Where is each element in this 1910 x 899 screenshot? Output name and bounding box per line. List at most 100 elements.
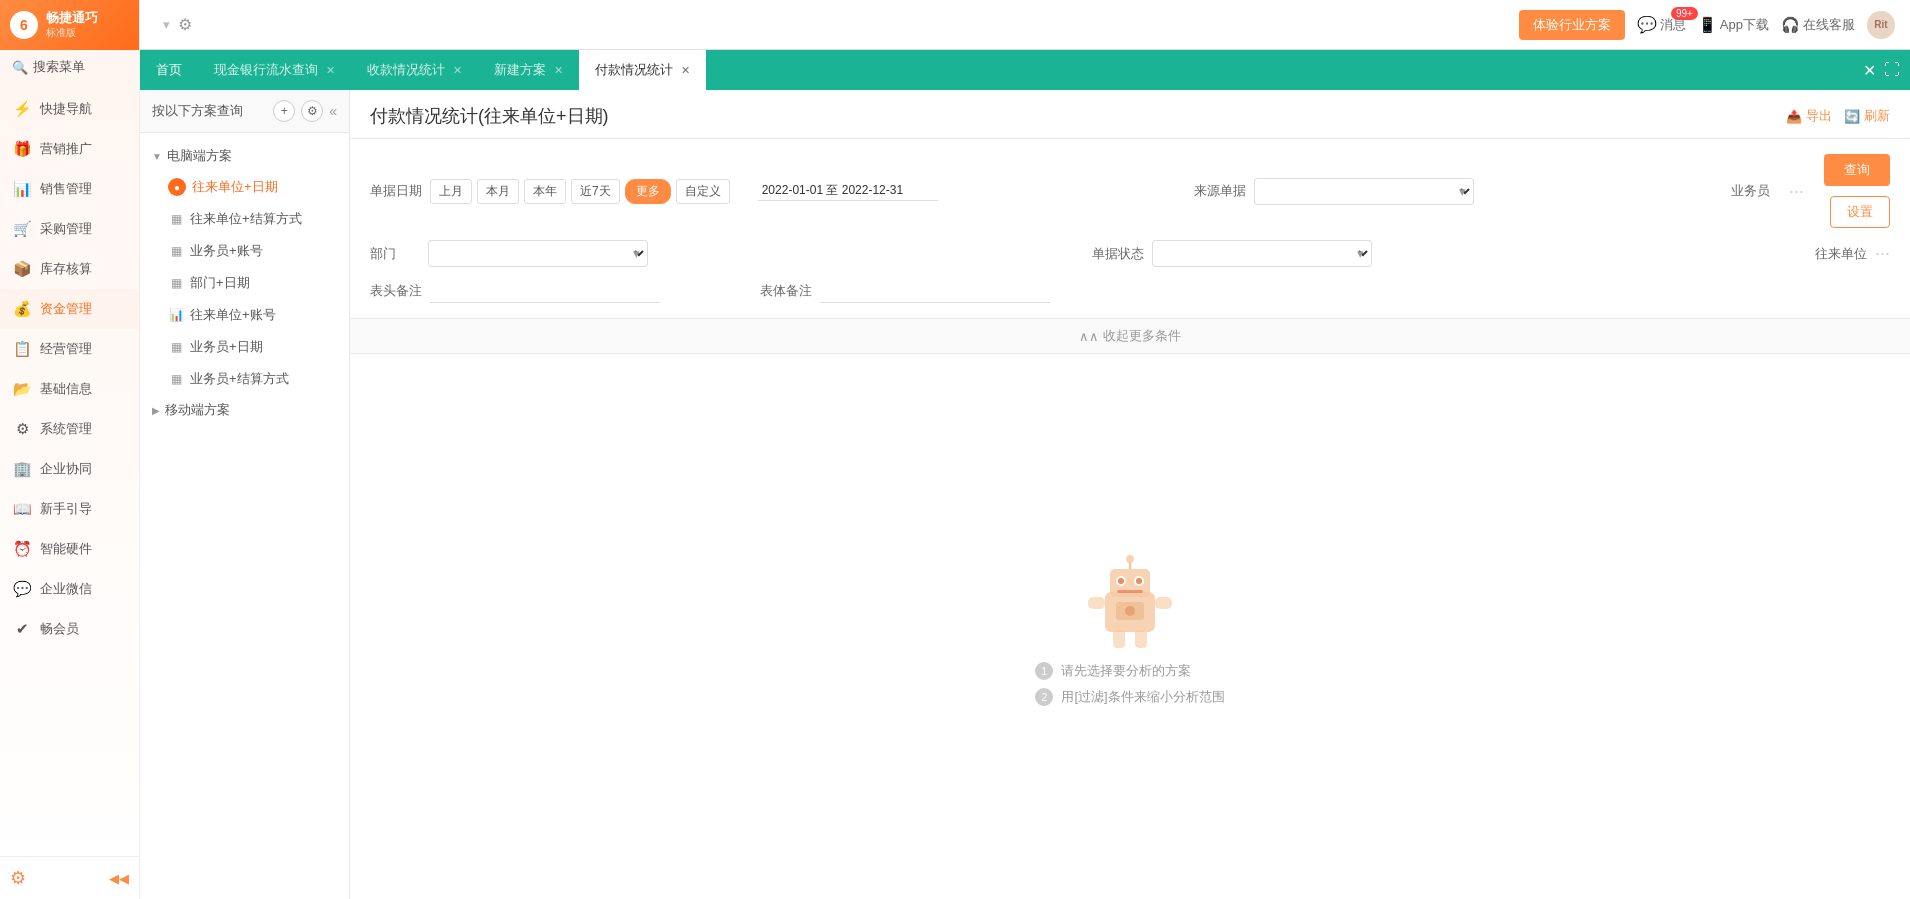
tab-close-all-icon[interactable]: ✕ <box>1863 61 1876 80</box>
enterprise-icon: 🏢 <box>12 459 32 479</box>
scheme-desktop-group-header[interactable]: ▼ 电脑端方案 <box>140 141 349 171</box>
date-this-month-btn[interactable]: 本月 <box>477 179 519 204</box>
header-note-input[interactable] <box>430 279 660 303</box>
refresh-button[interactable]: 🔄 刷新 <box>1844 107 1890 125</box>
tab-fullscreen-icon[interactable]: ⛶ <box>1884 61 1900 79</box>
source-select-wrapper <box>1254 178 1474 205</box>
tab-receipt-stat[interactable]: 收款情况统计 ✕ <box>351 50 478 90</box>
sidebar-item-inventory[interactable]: 📦 库存核算 <box>0 249 139 289</box>
empty-hint-2: 2 用[过滤]条件来缩小分析范围 <box>1035 688 1224 706</box>
doc-status-select[interactable] <box>1152 240 1372 267</box>
tab-home[interactable]: 首页 <box>140 50 198 90</box>
sidebar-item-operation[interactable]: 📋 经营管理 <box>0 329 139 369</box>
sidebar-nav: ⚡ 快捷导航 🎁 营销推广 📊 销售管理 🛒 采购管理 📦 库存核算 💰 资金管… <box>0 84 139 856</box>
user-avatar[interactable]: Rit <box>1867 11 1895 39</box>
robot-svg <box>1080 547 1180 657</box>
tab-pay-stat-close[interactable]: ✕ <box>681 64 690 77</box>
sidebar-item-hardware[interactable]: ⏰ 智能硬件 <box>0 529 139 569</box>
scheme-item-s7[interactable]: ▦ 业务员+结算方式 <box>140 363 349 395</box>
sidebar-item-vip[interactable]: ✔ 畅会员 <box>0 609 139 649</box>
sidebar-item-marketing[interactable]: 🎁 营销推广 <box>0 129 139 169</box>
topbar-settings-icon[interactable]: ⚙ <box>178 15 192 34</box>
body-note-input[interactable] <box>820 279 1050 303</box>
sidebar-item-weixin[interactable]: 💬 企业微信 <box>0 569 139 609</box>
app-download-area[interactable]: 📱 App下载 <box>1698 16 1769 34</box>
inventory-icon: 📦 <box>12 259 32 279</box>
operation-icon: 📋 <box>12 339 32 359</box>
sidebar-item-label: 经营管理 <box>40 340 92 358</box>
weixin-icon: 💬 <box>12 579 32 599</box>
scheme-s2-label: 往来单位+结算方式 <box>190 210 302 228</box>
scheme-item-s1[interactable]: ● 往来单位+日期 <box>140 171 349 203</box>
date-last-month-btn[interactable]: 上月 <box>430 179 472 204</box>
date-range-input[interactable] <box>758 182 938 201</box>
sidebar-item-label: 企业微信 <box>40 580 92 598</box>
tab-receipt-close[interactable]: ✕ <box>453 64 462 77</box>
tab-bank[interactable]: 现金银行流水查询 ✕ <box>198 50 351 90</box>
export-button[interactable]: 📤 导出 <box>1786 107 1832 125</box>
search-icon: 🔍 <box>12 60 28 75</box>
tab-receipt-label: 收款情况统计 <box>367 61 445 79</box>
sidebar-item-label: 企业协同 <box>40 460 92 478</box>
sidebar-header: 6 畅捷通巧 标准版 <box>0 0 139 50</box>
sidebar-item-capital[interactable]: 💰 资金管理 <box>0 289 139 329</box>
settings-button[interactable]: 设置 <box>1830 196 1890 228</box>
scheme-desktop-group: ▼ 电脑端方案 ● 往来单位+日期 ▦ 往来单位+结算方式 ▦ 业务员+账号 <box>140 141 349 395</box>
svg-point-5 <box>1136 578 1142 584</box>
empty-state: 1 请先选择要分析的方案 2 用[过滤]条件来缩小分析范围 <box>350 354 1910 899</box>
sidebar-search[interactable]: 🔍 搜索菜单 <box>0 50 139 84</box>
online-service-area[interactable]: 🎧 在线客服 <box>1781 16 1855 34</box>
tab-new-scheme-close[interactable]: ✕ <box>554 64 563 77</box>
tab-bank-close[interactable]: ✕ <box>326 64 335 77</box>
page-title: 付款情况统计(往来单位+日期) <box>370 104 609 128</box>
sidebar-item-enterprise[interactable]: 🏢 企业协同 <box>0 449 139 489</box>
filter-row-3: 表头备注 表体备注 <box>370 279 1890 303</box>
source-select[interactable] <box>1254 178 1474 205</box>
sidebar-item-purchase[interactable]: 🛒 采购管理 <box>0 209 139 249</box>
tab-pay-stat[interactable]: 付款情况统计 ✕ <box>579 50 706 90</box>
footer-collapse-icon[interactable]: ◀◀ <box>109 871 129 886</box>
sidebar-item-basic[interactable]: 📂 基础信息 <box>0 369 139 409</box>
topbar-actions: 体验行业方案 💬 消息 99+ 📱 App下载 🎧 在线客服 Rit <box>1519 10 1895 40</box>
filter-item-source: 来源单据 <box>1194 178 1474 205</box>
scheme-item-s4[interactable]: ▦ 部门+日期 <box>140 267 349 299</box>
sidebar-item-system[interactable]: ⚙ 系统管理 <box>0 409 139 449</box>
collapse-bar: ∧∧ 收起更多条件 <box>350 319 1910 354</box>
collapse-conditions-button[interactable]: ∧∧ 收起更多条件 <box>1079 327 1181 345</box>
sidebar-item-label: 畅会员 <box>40 620 79 638</box>
body-note-label: 表体备注 <box>760 282 812 300</box>
date-custom-btn[interactable]: 自定义 <box>676 179 730 204</box>
scheme-item-s2[interactable]: ▦ 往来单位+结算方式 <box>140 203 349 235</box>
query-button[interactable]: 查询 <box>1824 154 1890 186</box>
vip-icon: ✔ <box>12 619 32 639</box>
scheme-panel-collapse-button[interactable]: « <box>329 103 337 119</box>
scheme-mobile-group-header[interactable]: ▶ 移动端方案 <box>140 395 349 425</box>
footer-settings-icon[interactable]: ⚙ <box>10 867 26 889</box>
sidebar-item-quick-nav[interactable]: ⚡ 快捷导航 <box>0 89 139 129</box>
dept-select[interactable] <box>428 240 648 267</box>
trial-button[interactable]: 体验行业方案 <box>1519 10 1625 40</box>
sidebar-item-label: 采购管理 <box>40 220 92 238</box>
scheme-item-s6[interactable]: ▦ 业务员+日期 <box>140 331 349 363</box>
filter-item-counterpart: 往来单位 ··· <box>1815 243 1890 264</box>
sidebar-item-guide[interactable]: 📖 新手引导 <box>0 489 139 529</box>
empty-num-1: 1 <box>1035 662 1053 680</box>
scheme-item-s5[interactable]: 📊 往来单位+账号 <box>140 299 349 331</box>
sidebar-item-sales[interactable]: 📊 销售管理 <box>0 169 139 209</box>
scheme-settings-button[interactable]: ⚙ <box>301 100 323 122</box>
online-service-label: 在线客服 <box>1803 16 1855 34</box>
notification-area[interactable]: 💬 消息 99+ <box>1637 15 1686 34</box>
tab-new-scheme[interactable]: 新建方案 ✕ <box>478 50 579 90</box>
sidebar-item-label: 新手引导 <box>40 500 92 518</box>
scheme-add-button[interactable]: + <box>273 100 295 122</box>
filter-item-doc-status: 单据状态 <box>1092 240 1372 267</box>
scheme-item-s3[interactable]: ▦ 业务员+账号 <box>140 235 349 267</box>
empty-hint-1-label: 请先选择要分析的方案 <box>1061 662 1191 680</box>
scheme-s6-label: 业务员+日期 <box>190 338 263 356</box>
date-more-btn[interactable]: 更多 <box>625 179 671 204</box>
svg-point-14 <box>1125 606 1135 616</box>
filter-item-date-range <box>758 182 938 201</box>
export-label: 导出 <box>1806 107 1832 125</box>
date-this-year-btn[interactable]: 本年 <box>524 179 566 204</box>
date-last-7days-btn[interactable]: 近7天 <box>571 179 620 204</box>
